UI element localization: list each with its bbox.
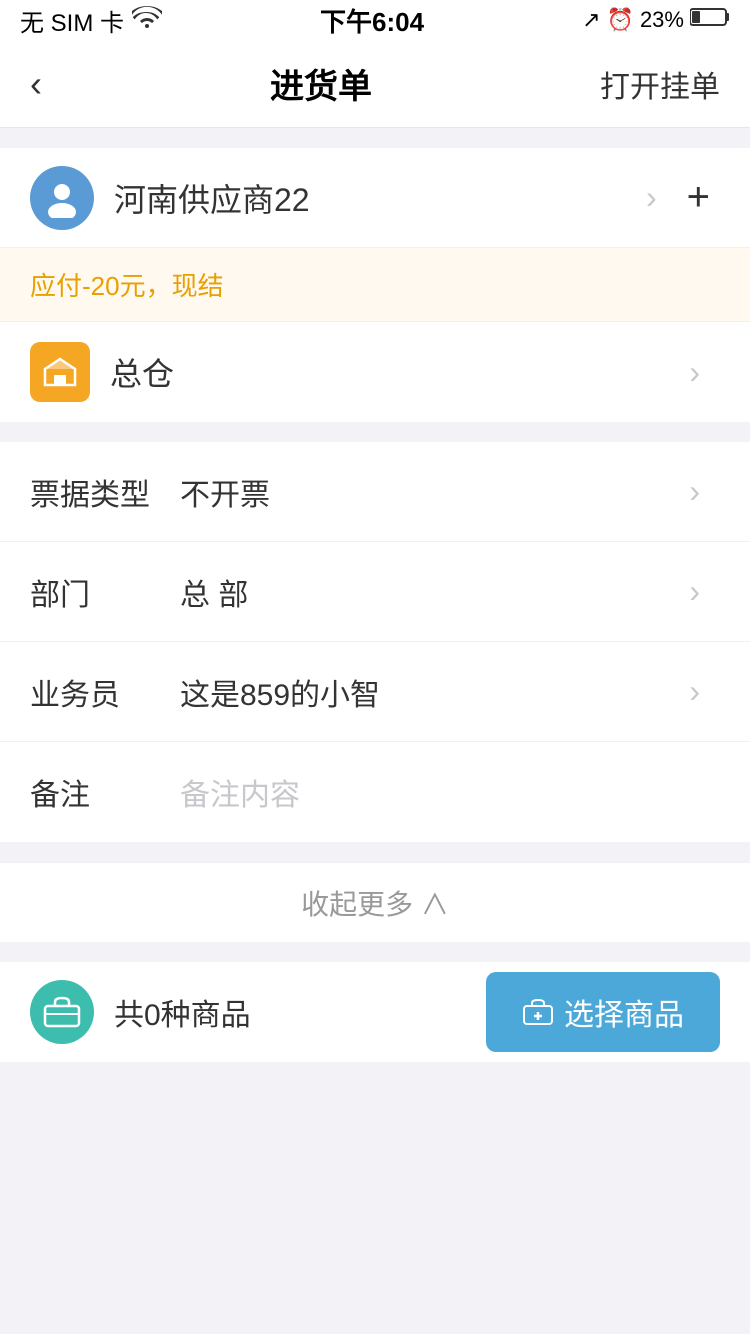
salesperson-label: 业务员	[30, 670, 160, 714]
add-supplier-button[interactable]: +	[677, 165, 720, 230]
product-icon	[30, 980, 94, 1044]
form-section: 票据类型 不开票 › 部门 总 部 › 业务员 这是859的小智 › 备注 备注…	[0, 442, 750, 842]
invoice-type-label: 票据类型	[30, 470, 160, 514]
notice-banner: 应付-20元，现结	[0, 248, 750, 322]
signal-icon: 无 SIM 卡	[20, 3, 124, 38]
salesperson-value: 这是859的小智	[160, 670, 689, 714]
department-value: 总 部	[160, 570, 689, 614]
warehouse-icon	[30, 342, 90, 402]
warehouse-name: 总仓	[110, 349, 689, 395]
department-row[interactable]: 部门 总 部 ›	[0, 542, 750, 642]
status-bar: 无 SIM 卡 下午6:04 ↗ ⏰ 23%	[0, 0, 750, 40]
invoice-type-row[interactable]: 票据类型 不开票 ›	[0, 442, 750, 542]
open-pending-button[interactable]: 打开挂单	[600, 62, 720, 106]
salesperson-row[interactable]: 业务员 这是859的小智 ›	[0, 642, 750, 742]
invoice-type-value: 不开票	[160, 470, 689, 514]
supplier-avatar	[30, 166, 94, 230]
remark-label: 备注	[30, 770, 160, 814]
department-chevron-icon: ›	[689, 573, 700, 610]
product-footer: 共0种商品 选择商品	[0, 962, 750, 1062]
remark-row[interactable]: 备注 备注内容	[0, 742, 750, 842]
collapse-label: 收起更多 ∧	[301, 883, 449, 923]
status-time: 下午6:04	[320, 2, 424, 39]
invoice-type-chevron-icon: ›	[689, 473, 700, 510]
product-count: 共0种商品	[114, 990, 486, 1034]
supplier-section[interactable]: 河南供应商22 › +	[0, 148, 750, 248]
warehouse-chevron-icon: ›	[689, 354, 700, 391]
section-gap-1	[0, 128, 750, 148]
status-right: ↗ ⏰ 23%	[582, 7, 730, 33]
collapse-button[interactable]: 收起更多 ∧	[0, 862, 750, 942]
salesperson-chevron-icon: ›	[689, 673, 700, 710]
nav-bar: ‹ 进货单 打开挂单	[0, 40, 750, 128]
battery-level: 23%	[640, 7, 684, 33]
department-label: 部门	[30, 570, 160, 614]
status-left: 无 SIM 卡	[20, 3, 162, 38]
select-product-button[interactable]: 选择商品	[486, 972, 720, 1052]
warehouse-section[interactable]: 总仓 ›	[0, 322, 750, 422]
page-title: 进货单	[270, 59, 372, 108]
battery-icon	[690, 7, 730, 33]
wifi-icon	[132, 6, 162, 35]
alarm-icon: ⏰	[607, 7, 634, 33]
back-button[interactable]: ‹	[30, 63, 42, 105]
remark-placeholder[interactable]: 备注内容	[160, 770, 720, 814]
supplier-name: 河南供应商22	[114, 175, 646, 221]
notice-text: 应付-20元，现结	[30, 271, 224, 301]
supplier-chevron-icon: ›	[646, 179, 657, 216]
select-product-label: 选择商品	[564, 990, 684, 1034]
location-icon: ↗	[582, 7, 600, 33]
